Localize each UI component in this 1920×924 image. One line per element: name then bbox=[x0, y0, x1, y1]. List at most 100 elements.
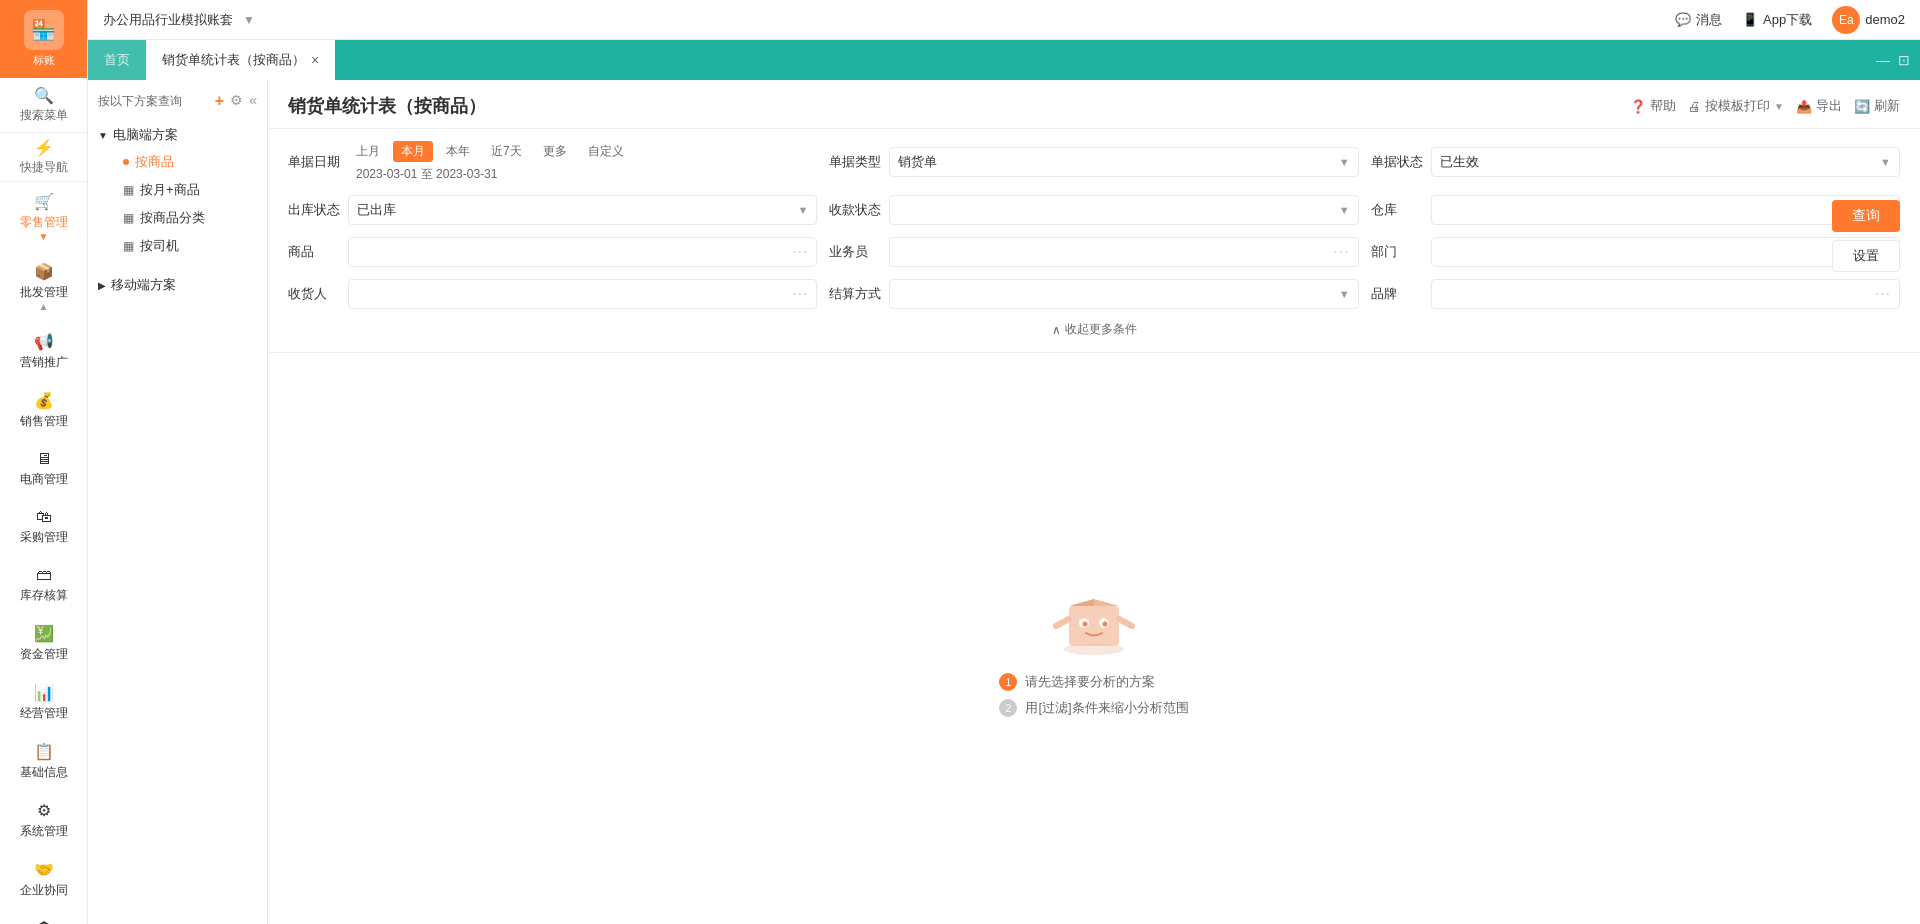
sidebar-item-procurement[interactable]: 🛍 采购管理 bbox=[0, 498, 87, 556]
date-tab-custom[interactable]: 自定义 bbox=[580, 141, 632, 162]
filter-item-by-category[interactable]: ▦ 按商品分类 bbox=[98, 204, 257, 232]
sidebar-item-inventory[interactable]: 🗃 库存核算 bbox=[0, 556, 87, 614]
sidebar-item-enterprise[interactable]: 🤝 企业协同 bbox=[0, 850, 87, 909]
sidebar-item-wholesale[interactable]: 📦 批发管理 ▲ bbox=[0, 252, 87, 322]
svg-point-4 bbox=[1083, 621, 1088, 626]
receiver-label: 收货人 bbox=[288, 285, 340, 303]
company-name: 办公用品行业模拟账套 bbox=[103, 11, 233, 29]
finance-label: 资金管理 bbox=[20, 646, 68, 663]
app-download-button[interactable]: 📱 App下载 bbox=[1742, 11, 1812, 29]
dept-label: 部门 bbox=[1371, 243, 1423, 261]
category-icon: ▦ bbox=[123, 211, 134, 225]
storage-label: 仓库 bbox=[1371, 201, 1423, 219]
print-button[interactable]: 🖨 按模板打印 ▼ bbox=[1688, 97, 1784, 115]
company-dropdown-icon[interactable]: ▼ bbox=[243, 13, 255, 27]
date-tab-last-month[interactable]: 上月 bbox=[348, 141, 388, 162]
filter-item-label4: 按司机 bbox=[140, 237, 179, 255]
collapse-label: 收起更多条件 bbox=[1065, 321, 1137, 338]
date-tab-this-month[interactable]: 本月 bbox=[393, 141, 433, 162]
dept-select[interactable]: ▼ bbox=[1431, 237, 1900, 267]
filter-item-label: 按商品 bbox=[135, 153, 174, 171]
query-actions: 查询 设置 bbox=[1832, 200, 1900, 272]
query-button[interactable]: 查询 bbox=[1832, 200, 1900, 232]
active-dot bbox=[123, 159, 129, 165]
filter-group-mobile-title[interactable]: ▶ 移动端方案 bbox=[98, 272, 257, 298]
status-select[interactable]: 已生效 ▼ bbox=[1431, 147, 1900, 177]
type-arrow-icon: ▼ bbox=[1339, 156, 1350, 168]
finance-icon: 💹 bbox=[34, 624, 54, 643]
sidebar-item-retail[interactable]: 🛒 零售管理 ▼ bbox=[0, 182, 87, 252]
filter-settings-icon[interactable]: ⚙ bbox=[230, 92, 243, 110]
filter-item-by-goods[interactable]: 按商品 bbox=[98, 148, 257, 176]
date-tab-more[interactable]: 更多 bbox=[535, 141, 575, 162]
sidebar-item-ecommerce[interactable]: 🖥 电商管理 bbox=[0, 440, 87, 498]
tip-num-1: 1 bbox=[999, 673, 1017, 691]
warehouse-select[interactable]: 已出库 ▼ bbox=[348, 195, 817, 225]
export-icon: 📤 bbox=[1796, 99, 1812, 114]
top-header: 办公用品行业模拟账套 ▼ 💬 消息 📱 App下载 Ea demo2 bbox=[88, 0, 1920, 40]
brand-input[interactable]: ··· bbox=[1431, 279, 1900, 309]
settings-button[interactable]: 设置 bbox=[1832, 240, 1900, 272]
sidebar-item-operations[interactable]: 📊 经营管理 bbox=[0, 673, 87, 732]
ecommerce-label: 电商管理 bbox=[20, 471, 68, 488]
filter-add-icon[interactable]: + bbox=[215, 92, 224, 110]
filter-item-by-month-goods[interactable]: ▦ 按月+商品 bbox=[98, 176, 257, 204]
warehouse-label: 出库状态 bbox=[288, 201, 340, 219]
sidebar-nav-shortcut[interactable]: ⚡ 快捷导航 bbox=[0, 133, 87, 182]
tab-active[interactable]: 销货单统计表（按商品） × bbox=[146, 40, 335, 80]
print-dropdown-icon: ▼ bbox=[1774, 101, 1784, 112]
svg-line-6 bbox=[1056, 619, 1069, 626]
enterprise-label: 企业协同 bbox=[20, 882, 68, 899]
query-goods-cell: 商品 ··· bbox=[288, 237, 817, 267]
tab-close-icon[interactable]: × bbox=[311, 52, 319, 68]
type-label: 单据类型 bbox=[829, 153, 881, 171]
date-tab-7days[interactable]: 近7天 bbox=[483, 141, 530, 162]
refresh-button[interactable]: 🔄 刷新 bbox=[1854, 97, 1900, 115]
header-right: 💬 消息 📱 App下载 Ea demo2 bbox=[1675, 6, 1905, 34]
sidebar-item-marketing[interactable]: 📢 营销推广 bbox=[0, 322, 87, 381]
storage-input[interactable]: ··· bbox=[1431, 195, 1900, 225]
export-button[interactable]: 📤 导出 bbox=[1796, 97, 1842, 115]
avatar-initials: Ea bbox=[1839, 13, 1854, 27]
help-button[interactable]: ❓ 帮助 bbox=[1630, 97, 1676, 115]
filter-group-desktop-title[interactable]: ▼ 电脑端方案 bbox=[98, 122, 257, 148]
date-tab-this-year[interactable]: 本年 bbox=[438, 141, 478, 162]
filter-collapse-icon[interactable]: « bbox=[249, 92, 257, 110]
sidebar-search[interactable]: 🔍 搜索菜单 bbox=[0, 78, 87, 133]
sales-icon: 💰 bbox=[34, 391, 54, 410]
brand-dots: ··· bbox=[1875, 285, 1891, 303]
type-select[interactable]: 销货单 ▼ bbox=[889, 147, 1358, 177]
goods-input[interactable]: ··· bbox=[348, 237, 817, 267]
phone-icon: 📱 bbox=[1742, 12, 1758, 27]
wholesale-label: 批发管理 bbox=[20, 284, 68, 301]
page-title-row: 销货单统计表（按商品） ❓ 帮助 🖨 按模板打印 ▼ 📤 导出 bbox=[268, 80, 1920, 128]
receiver-input[interactable]: ··· bbox=[348, 279, 817, 309]
svg-point-5 bbox=[1103, 621, 1108, 626]
query-brand-cell: 品牌 ··· bbox=[1371, 279, 1900, 309]
sidebar-item-sales[interactable]: 💰 销售管理 bbox=[0, 381, 87, 440]
tab-bar: 首页 销货单统计表（按商品） × — ⊡ bbox=[88, 40, 1920, 80]
tab-minimize-icon[interactable]: — bbox=[1876, 52, 1890, 68]
tab-home[interactable]: 首页 bbox=[88, 40, 146, 80]
sidebar-item-finance[interactable]: 💹 资金管理 bbox=[0, 614, 87, 673]
collapse-button[interactable]: ∧ 收起更多条件 bbox=[1052, 321, 1137, 338]
base-label: 基础信息 bbox=[20, 764, 68, 781]
date-range[interactable]: 2023-03-01 至 2023-03-31 bbox=[356, 166, 817, 183]
right-content: 销货单统计表（按商品） ❓ 帮助 🖨 按模板打印 ▼ 📤 导出 bbox=[268, 80, 1920, 924]
marketing-label: 营销推广 bbox=[20, 354, 68, 371]
tab-maximize-icon[interactable]: ⊡ bbox=[1898, 52, 1910, 68]
filter-item-by-driver[interactable]: ▦ 按司机 bbox=[98, 232, 257, 260]
messages-button[interactable]: 💬 消息 bbox=[1675, 11, 1722, 29]
payment-select[interactable]: ▼ bbox=[889, 279, 1358, 309]
sidebar-item-base[interactable]: 📋 基础信息 bbox=[0, 732, 87, 791]
collection-select[interactable]: ▼ bbox=[889, 195, 1358, 225]
query-storage-cell: 仓库 ··· bbox=[1371, 195, 1900, 225]
sidebar-item-newbie[interactable]: 🎓 新手引导 bbox=[0, 909, 87, 924]
message-icon: 💬 bbox=[1675, 12, 1691, 27]
date-tabs: 上月 本月 本年 近7天 更多 自定义 bbox=[348, 141, 817, 162]
staff-input[interactable]: ··· bbox=[889, 237, 1358, 267]
filter-panel-title: 按以下方案查询 bbox=[98, 93, 182, 110]
user-menu[interactable]: Ea demo2 bbox=[1832, 6, 1905, 34]
active-tab-label: 销货单统计表（按商品） bbox=[162, 51, 305, 69]
sidebar-item-system[interactable]: ⚙ 系统管理 bbox=[0, 791, 87, 850]
